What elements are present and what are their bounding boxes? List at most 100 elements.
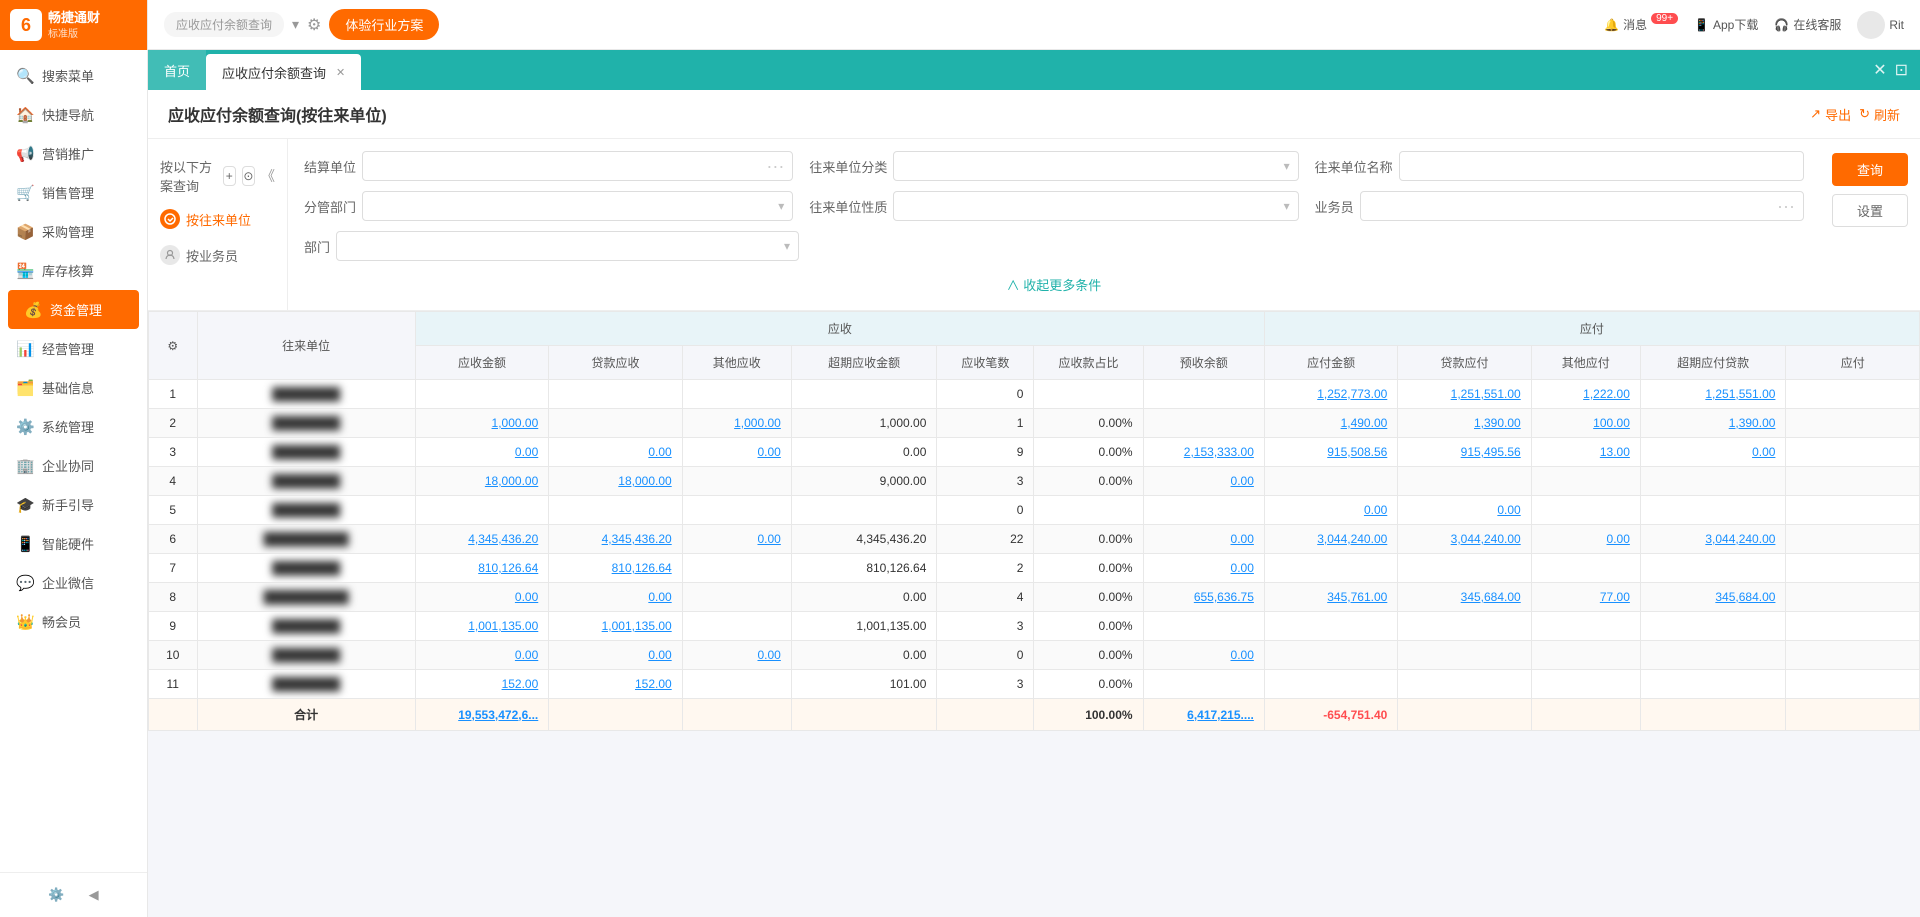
query-button[interactable]: 查询	[1832, 153, 1908, 186]
settings-icon[interactable]: ⚙	[167, 339, 178, 353]
plan-by-entity[interactable]: 按往来单位	[148, 201, 287, 237]
nav-arrow-down[interactable]: ▾	[292, 16, 299, 33]
table-row: 11████████152.00152.00101.0030.00%	[149, 670, 1920, 699]
th-ap-amount: 应付金额	[1264, 346, 1397, 380]
plan-by-salesman-icon	[160, 245, 180, 265]
th-ar-overdue: 超期应收金额	[791, 346, 937, 380]
counterpart-name-input[interactable]	[1399, 151, 1804, 181]
filter-collapse-btn[interactable]: ∧ 收起更多条件	[304, 271, 1804, 298]
sidebar-item-basic[interactable]: 🗂️ 基础信息	[0, 368, 147, 407]
user-name: Rit	[1889, 18, 1904, 32]
top-header: 应收应付余额查询 ▾ ⚙ 体验行业方案 🔔 消息 99+ 📱 App下载 🎧 在…	[148, 0, 1920, 50]
app-download-btn[interactable]: 📱 App下载	[1694, 16, 1758, 33]
sidebar-item-label: 基础信息	[42, 378, 94, 397]
sidebar-item-operation[interactable]: 📊 经营管理	[0, 329, 147, 368]
tab-home[interactable]: 首页	[148, 50, 206, 90]
member-icon: 👑	[16, 613, 34, 631]
service-icon: 🎧	[1774, 18, 1789, 32]
salesman-input[interactable]: ···	[1360, 191, 1804, 221]
settlement-unit-input[interactable]: ···	[362, 151, 793, 181]
table-row: 10████████0.000.000.000.0000.00%0.00	[149, 641, 1920, 670]
filter-row-2: 分管部门 ▾ 往来单位性质 ▾ 业务员 ···	[304, 191, 1804, 221]
promo-button[interactable]: 体验行业方案	[329, 9, 439, 40]
notification-label: 消息	[1623, 16, 1647, 33]
search-icon: 🔍	[16, 67, 34, 85]
sidebar-item-label: 智能硬件	[42, 534, 94, 553]
sidebar-item-label: 销售管理	[42, 183, 94, 202]
total-ar-prepaid[interactable]: 6,417,215....	[1143, 699, 1264, 731]
plan-by-salesman-label: 按业务员	[186, 246, 238, 265]
total-label: 合计	[197, 699, 415, 731]
sidebar-item-purchase[interactable]: 📦 采购管理	[0, 212, 147, 251]
sidebar-item-label: 新手引导	[42, 495, 94, 514]
dropdown-arrow-icon3: ▾	[1284, 199, 1290, 213]
dots-icon2: ···	[1777, 196, 1795, 217]
page-actions: ↗ 导出 ↻ 刷新	[1810, 105, 1900, 124]
table-wrapper: ⚙ 往来单位 应收 应付 应收金额 贷款应收 其他应收 超期应收金额 应收笔数 …	[148, 311, 1920, 731]
sidebar-item-label: 营销推广	[42, 144, 94, 163]
dropdown-arrow-icon4: ▾	[784, 239, 790, 253]
plan-settings-btn[interactable]: ⊙	[242, 166, 255, 186]
sidebar-item-wechat[interactable]: 💬 企业微信	[0, 563, 147, 602]
th-ap-extra: 应付	[1786, 346, 1920, 380]
logo-subtitle: 标准版	[48, 25, 100, 40]
sidebar-item-quick-nav[interactable]: 🏠 快捷导航	[0, 95, 147, 134]
sidebar-collapse-btn[interactable]: ◀	[79, 881, 109, 909]
plan-arrow-btn[interactable]: 《	[261, 166, 275, 186]
sidebar-item-system[interactable]: ⚙️ 系统管理	[0, 407, 147, 446]
tab-maximize-icon[interactable]: ⊡	[1895, 60, 1908, 80]
table-row: 7████████810,126.64810,126.64810,126.642…	[149, 554, 1920, 583]
th-ar-amount: 应收金额	[415, 346, 548, 380]
export-button[interactable]: ↗ 导出	[1810, 105, 1851, 124]
sidebar-item-corp[interactable]: 🏢 企业协同	[0, 446, 147, 485]
filter-label-row: 按以下方案查询 + ⊙ 《	[148, 151, 287, 201]
settings-gear-icon[interactable]: ⚙	[307, 15, 321, 35]
notification-bell[interactable]: 🔔 消息 99+	[1604, 16, 1678, 33]
sidebar-item-sales[interactable]: 🛒 销售管理	[0, 173, 147, 212]
table-row: 3████████0.000.000.000.0090.00%2,153,333…	[149, 438, 1920, 467]
main-content: 应收应付余额查询(按往来单位) ↗ 导出 ↻ 刷新 按以下方案查询 + ⊙ 《	[148, 90, 1920, 917]
counterpart-nature-input[interactable]: ▾	[893, 191, 1298, 221]
app-download-label: App下载	[1713, 16, 1758, 33]
setting-button[interactable]: 设置	[1832, 194, 1908, 227]
filter-counterpart-category: 往来单位分类 ▾	[809, 151, 1298, 181]
hardware-icon: 📱	[16, 535, 34, 553]
filter-section: 按以下方案查询 + ⊙ 《 按往来单位 按业务员	[148, 139, 1920, 311]
th-ar-ratio: 应收款占比	[1034, 346, 1143, 380]
sidebar-item-search[interactable]: 🔍 搜索菜单	[0, 56, 147, 95]
data-table: ⚙ 往来单位 应收 应付 应收金额 贷款应收 其他应收 超期应收金额 应收笔数 …	[148, 311, 1920, 731]
add-plan-btn[interactable]: +	[223, 166, 236, 186]
tab-close-window-icon[interactable]: ✕	[1873, 60, 1886, 80]
sidebar-logo: 6 畅捷通财 标准版	[0, 0, 147, 50]
total-ar-amount[interactable]: 19,553,472,6...	[415, 699, 548, 731]
department-input[interactable]: ▾	[336, 231, 799, 261]
tab-close-icon[interactable]: ✕	[336, 66, 345, 79]
corp-icon: 🏢	[16, 457, 34, 475]
counterpart-category-input[interactable]: ▾	[893, 151, 1298, 181]
sidebar-item-marketing[interactable]: 📢 营销推广	[0, 134, 147, 173]
th-settings[interactable]: ⚙	[149, 312, 198, 380]
sidebar-item-guide[interactable]: 🎓 新手引导	[0, 485, 147, 524]
th-ap-other: 其他应付	[1531, 346, 1640, 380]
tab-bar: 首页 应收应付余额查询 ✕ ✕ ⊡	[148, 50, 1920, 90]
refresh-button[interactable]: ↻ 刷新	[1859, 105, 1900, 124]
notification-badge: 99+	[1651, 13, 1678, 24]
user-avatar[interactable]: Rit	[1857, 11, 1904, 39]
dept-managed-input[interactable]: ▾	[362, 191, 793, 221]
th-ar-loan: 贷款应收	[549, 346, 682, 380]
top-left: 应收应付余额查询 ▾ ⚙ 体验行业方案	[164, 9, 439, 40]
table-row: 9████████1,001,135.001,001,135.001,001,1…	[149, 612, 1920, 641]
sidebar-item-label: 搜索菜单	[42, 66, 94, 85]
sidebar-item-member[interactable]: 👑 畅会员	[0, 602, 147, 641]
table-row: 5████████00.000.00	[149, 496, 1920, 525]
tab-ar-ap[interactable]: 应收应付余额查询 ✕	[206, 54, 361, 90]
sidebar-item-label: 快捷导航	[42, 105, 94, 124]
plan-by-salesman[interactable]: 按业务员	[148, 237, 287, 273]
table-row: 6██████████4,345,436.204,345,436.200.004…	[149, 525, 1920, 554]
sidebar-item-finance[interactable]: 💰 资金管理	[8, 290, 139, 329]
plan-by-entity-label: 按往来单位	[186, 210, 251, 229]
sidebar-item-hardware[interactable]: 📱 智能硬件	[0, 524, 147, 563]
sidebar-item-inventory[interactable]: 🏪 库存核算	[0, 251, 147, 290]
online-service-btn[interactable]: 🎧 在线客服	[1774, 16, 1841, 33]
sidebar-settings-btn[interactable]: ⚙️	[38, 881, 74, 909]
